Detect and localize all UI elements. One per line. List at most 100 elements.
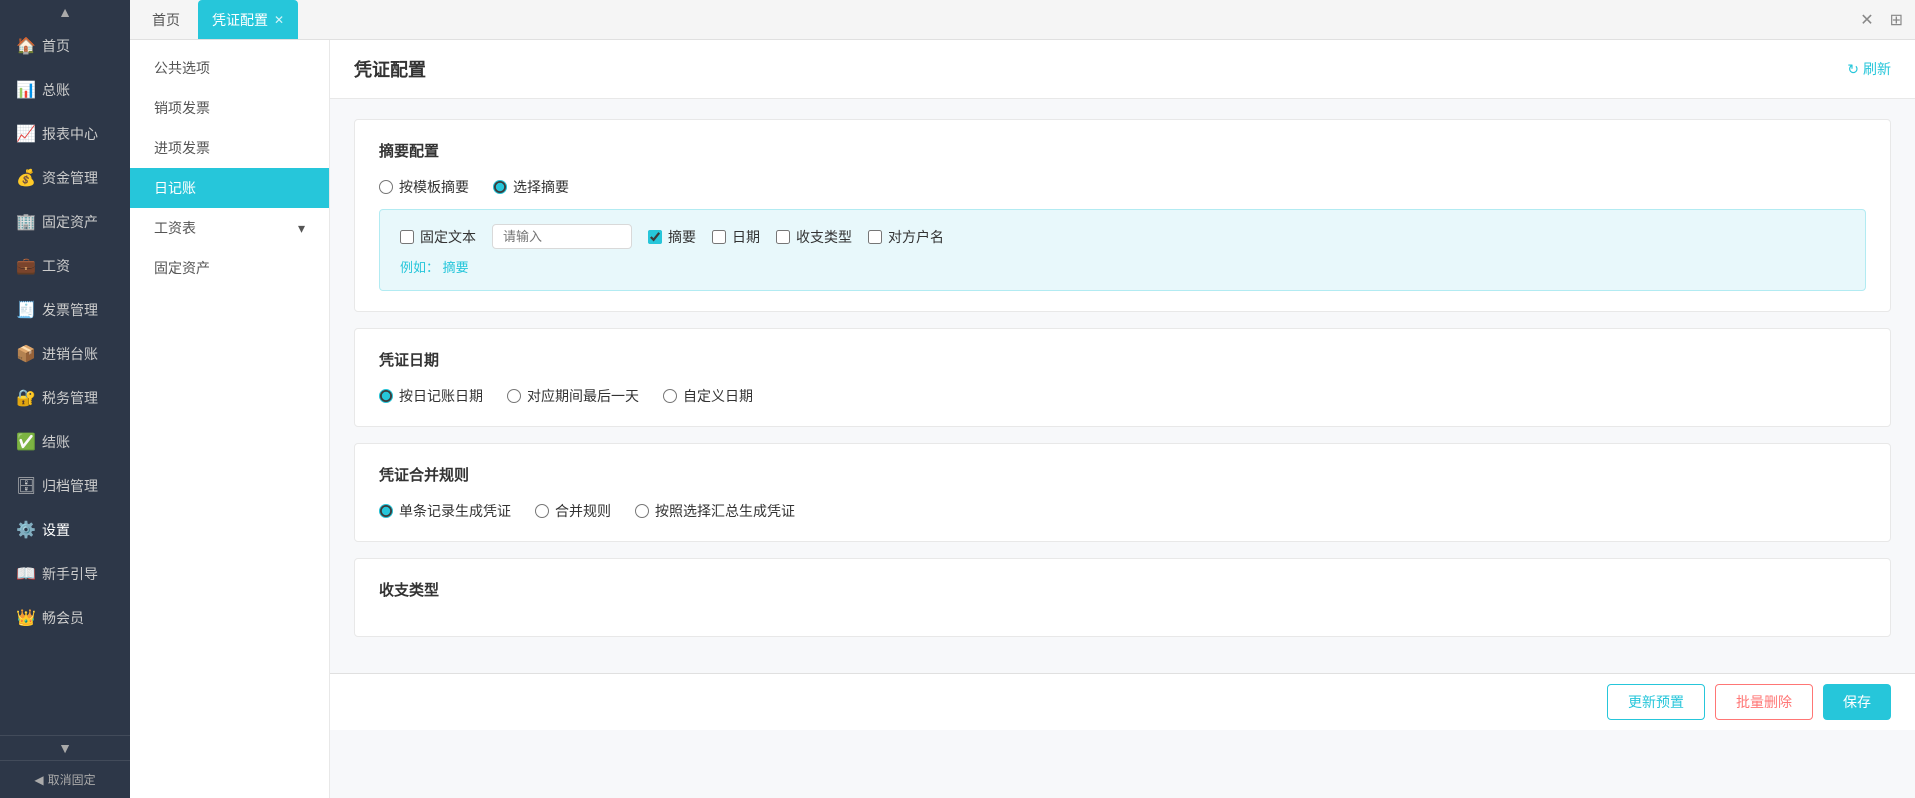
date-section-title: 凭证日期 [379, 349, 1866, 370]
sidebar-item-salary[interactable]: 💼 工资 [0, 244, 130, 288]
sidebar-item-invoice-mgmt[interactable]: 🧾 发票管理 [0, 288, 130, 332]
sidebar-item-funds[interactable]: 💰 资金管理 [0, 156, 130, 200]
tab-close-icon[interactable]: ✕ [274, 13, 284, 27]
sidebar-item-closing[interactable]: ✅ 结账 [0, 420, 130, 464]
page-title: 凭证配置 [354, 56, 426, 82]
home-icon: 🏠 [16, 36, 34, 56]
radio-by-selection[interactable]: 按照选择汇总生成凭证 [635, 501, 795, 521]
closing-icon: ✅ [16, 432, 34, 452]
radio-template-summary[interactable]: 按模板摘要 [379, 177, 469, 197]
radio-choose-summary[interactable]: 选择摘要 [493, 177, 569, 197]
left-nav-payroll[interactable]: 工资表 ▾ [130, 208, 329, 248]
sidebar-scroll-down[interactable]: ▼ [0, 736, 130, 760]
fixed-text-input[interactable] [492, 224, 632, 249]
radio-by-journal-date-input[interactable] [379, 389, 393, 403]
radio-single-record-input[interactable] [379, 504, 393, 518]
summary-checkbox-area: 固定文本 摘要 日期 [379, 209, 1866, 291]
checkbox-fixed-text[interactable]: 固定文本 [400, 227, 476, 247]
radio-last-day-of-period-input[interactable] [507, 389, 521, 403]
sidebar: ▲ 🏠 首页 📊 总账 📈 报表中心 💰 资金管理 🏢 固定资产 💼 工资 🧾 … [0, 0, 130, 798]
checkbox-income-expense[interactable]: 收支类型 [776, 227, 852, 247]
update-preview-button[interactable]: 更新预置 [1607, 684, 1705, 720]
sidebar-item-purchase-sales[interactable]: 📦 进销台账 [0, 332, 130, 376]
radio-custom-date[interactable]: 自定义日期 [663, 386, 753, 406]
sidebar-item-settings[interactable]: ⚙️ 设置 [0, 508, 130, 552]
main-area: 首页 凭证配置 ✕ ✕ ⊞ 公共选项 销项发票 进项发票 日记账 [130, 0, 1915, 798]
archive-icon: 🗄 [16, 476, 34, 496]
left-nav: 公共选项 销项发票 进项发票 日记账 工资表 ▾ 固定资产 [130, 40, 330, 798]
content-body: 摘要配置 按模板摘要 选择摘要 [330, 99, 1915, 673]
sidebar-item-reports[interactable]: 📈 报表中心 [0, 112, 130, 156]
checkbox-date[interactable]: 日期 [712, 227, 760, 247]
funds-icon: 💰 [16, 168, 34, 188]
checkbox-date-input[interactable] [712, 230, 726, 244]
summary-section-title: 摘要配置 [379, 140, 1866, 161]
merge-section-title: 凭证合并规则 [379, 464, 1866, 485]
checkbox-summary-input[interactable] [648, 230, 662, 244]
settings-icon: ⚙️ [16, 520, 34, 540]
content-wrapper: 公共选项 销项发票 进项发票 日记账 工资表 ▾ 固定资产 凭证配置 [130, 40, 1915, 798]
checkbox-income-expense-input[interactable] [776, 230, 790, 244]
left-nav-journal[interactable]: 日记账 [130, 168, 329, 208]
radio-custom-date-input[interactable] [663, 389, 677, 403]
radio-single-record[interactable]: 单条记录生成凭证 [379, 501, 511, 521]
cancel-fixed-button[interactable]: ◀ 取消固定 [0, 760, 130, 798]
summary-checkbox-row: 固定文本 摘要 日期 [400, 224, 1845, 249]
radio-last-day-of-period[interactable]: 对应期间最后一天 [507, 386, 639, 406]
radio-choose-summary-input[interactable] [493, 180, 507, 194]
invoice-mgmt-icon: 🧾 [16, 300, 34, 320]
expand-icon: ▾ [298, 220, 305, 237]
pin-icon: ◀ [34, 773, 43, 787]
income-expense-title: 收支类型 [379, 579, 1866, 600]
left-nav-public-options[interactable]: 公共选项 [130, 48, 329, 88]
checkbox-summary[interactable]: 摘要 [648, 227, 696, 247]
checkbox-fixed-text-input[interactable] [400, 230, 414, 244]
radio-template-summary-input[interactable] [379, 180, 393, 194]
sidebar-item-ledger[interactable]: 📊 总账 [0, 68, 130, 112]
sidebar-item-guide[interactable]: 📖 新手引导 [0, 552, 130, 596]
radio-merge-rule[interactable]: 合并规则 [535, 501, 611, 521]
guide-icon: 📖 [16, 564, 34, 584]
date-section: 凭证日期 按日记账日期 对应期间最后一天 自定义日期 [354, 328, 1891, 427]
save-button[interactable]: 保存 [1823, 684, 1891, 720]
summary-section: 摘要配置 按模板摘要 选择摘要 [354, 119, 1891, 312]
tab-bar-actions: ✕ ⊞ [1856, 6, 1907, 34]
fixed-assets-icon: 🏢 [16, 212, 34, 232]
left-nav-fixed-assets[interactable]: 固定资产 [130, 248, 329, 288]
bottom-bar: 更新预置 批量删除 保存 [330, 673, 1915, 730]
vip-icon: 👑 [16, 608, 34, 628]
sidebar-item-home[interactable]: 🏠 首页 [0, 24, 130, 68]
tab-home[interactable]: 首页 [138, 0, 194, 39]
salary-icon: 💼 [16, 256, 34, 276]
sidebar-scroll-up[interactable]: ▲ [0, 0, 130, 24]
purchase-sales-icon: 📦 [16, 344, 34, 364]
sidebar-item-tax[interactable]: 🔐 税务管理 [0, 376, 130, 420]
radio-by-journal-date[interactable]: 按日记账日期 [379, 386, 483, 406]
sidebar-item-fixed-assets[interactable]: 🏢 固定资产 [0, 200, 130, 244]
batch-delete-button[interactable]: 批量删除 [1715, 684, 1813, 720]
date-radio-group: 按日记账日期 对应期间最后一天 自定义日期 [379, 386, 1866, 406]
merge-section: 凭证合并规则 单条记录生成凭证 合并规则 按照选择汇总生成凭证 [354, 443, 1891, 542]
checkbox-counterpart[interactable]: 对方户名 [868, 227, 944, 247]
page-header: 凭证配置 ↻ 刷新 [330, 40, 1915, 99]
radio-by-selection-input[interactable] [635, 504, 649, 518]
ledger-icon: 📊 [16, 80, 34, 100]
merge-radio-group: 单条记录生成凭证 合并规则 按照选择汇总生成凭证 [379, 501, 1866, 521]
radio-merge-rule-input[interactable] [535, 504, 549, 518]
refresh-button[interactable]: ↻ 刷新 [1847, 59, 1891, 79]
checkbox-counterpart-input[interactable] [868, 230, 882, 244]
window-close-button[interactable]: ✕ [1856, 6, 1877, 34]
sidebar-item-vip[interactable]: 👑 畅会员 [0, 596, 130, 640]
summary-example: 例如： 摘要 [400, 257, 1845, 276]
sidebar-item-archive[interactable]: 🗄 归档管理 [0, 464, 130, 508]
tab-bar: 首页 凭证配置 ✕ ✕ ⊞ [130, 0, 1915, 40]
tab-voucher-config[interactable]: 凭证配置 ✕ [198, 0, 298, 39]
window-maximize-button[interactable]: ⊞ [1886, 6, 1907, 34]
income-expense-section: 收支类型 [354, 558, 1891, 637]
tax-icon: 🔐 [16, 388, 34, 408]
refresh-icon: ↻ [1847, 61, 1859, 78]
summary-radio-group: 按模板摘要 选择摘要 [379, 177, 1866, 197]
reports-icon: 📈 [16, 124, 34, 144]
left-nav-sales-invoice[interactable]: 销项发票 [130, 88, 329, 128]
left-nav-purchase-invoice[interactable]: 进项发票 [130, 128, 329, 168]
